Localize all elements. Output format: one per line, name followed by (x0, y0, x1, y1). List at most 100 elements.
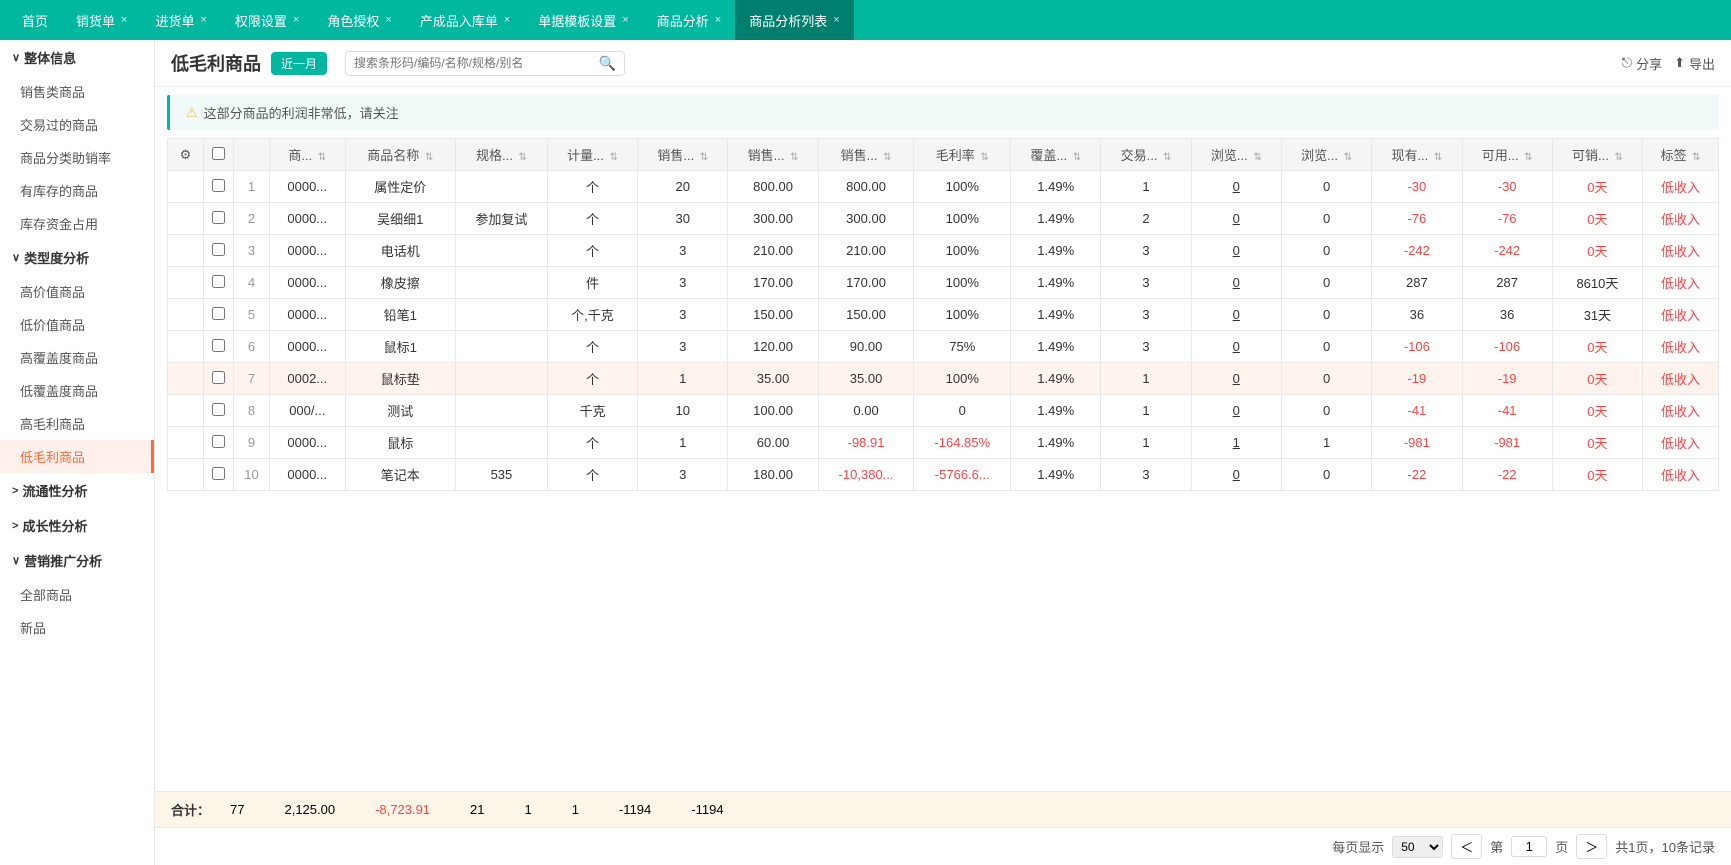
browse1-cell[interactable]: 1 (1191, 427, 1281, 459)
current-stock-col-header: 现有... ⇅ (1372, 139, 1462, 171)
checkbox-cell[interactable] (204, 299, 234, 331)
nav-item-销货单[interactable]: 销货单× (62, 0, 141, 40)
nav-item-首页[interactable]: 首页 (8, 0, 62, 40)
row-checkbox[interactable] (212, 435, 225, 448)
nav-close-icon[interactable]: × (121, 14, 127, 26)
row-checkbox[interactable] (212, 179, 225, 192)
sidebar-group-整体信息[interactable]: ∨整体信息 (0, 40, 154, 75)
code-cell: 0000... (270, 171, 346, 203)
saleable-cell: 0天 (1552, 459, 1642, 491)
cover-rate-cell: 1.49% (1011, 427, 1101, 459)
sidebar-item-低价值商品[interactable]: 低价值商品 (0, 308, 154, 341)
sidebar-item-全部商品[interactable]: 全部商品 (0, 578, 154, 611)
footer-sales-price: 2,125.00 (284, 802, 335, 817)
spec-col-header: 规格... ⇅ (456, 139, 548, 171)
sidebar-item-低毛利商品[interactable]: 低毛利商品 (0, 440, 154, 473)
sidebar-item-商品分类助销率[interactable]: 商品分类助销率 (0, 141, 154, 174)
nav-item-角色授权[interactable]: 角色授权× (313, 0, 405, 40)
table-row: 8 000/... 测试 千克 10 100.00 0.00 0 1.49% 1… (168, 395, 1719, 427)
sidebar-group-流通性分析[interactable]: >流通性分析 (0, 473, 154, 508)
nav-item-权限设置[interactable]: 权限设置× (221, 0, 313, 40)
browse1-cell[interactable]: 0 (1191, 331, 1281, 363)
nav-close-icon[interactable]: × (200, 14, 206, 26)
checkbox-cell[interactable] (204, 267, 234, 299)
browse1-cell[interactable]: 0 (1191, 363, 1281, 395)
checkbox-cell[interactable] (204, 235, 234, 267)
nav-item-商品分析列表[interactable]: 商品分析列表× (735, 0, 853, 40)
sales-amount-cell: 300.00 (818, 203, 914, 235)
browse1-cell[interactable]: 0 (1191, 459, 1281, 491)
gross-rate-cell: -164.85% (914, 427, 1011, 459)
browse1-cell[interactable]: 0 (1191, 299, 1281, 331)
nav-item-产成品入库单[interactable]: 产成品入库单× (406, 0, 524, 40)
checkbox-cell[interactable] (204, 363, 234, 395)
checkbox-cell[interactable] (204, 427, 234, 459)
checkbox-cell[interactable] (204, 395, 234, 427)
checkbox-cell[interactable] (204, 203, 234, 235)
row-checkbox[interactable] (212, 211, 225, 224)
browse1-cell[interactable]: 0 (1191, 171, 1281, 203)
available-cell: -41 (1462, 395, 1552, 427)
sidebar-item-新品[interactable]: 新品 (0, 611, 154, 644)
nav-close-icon[interactable]: × (622, 14, 628, 26)
next-page-button[interactable]: ＞ (1576, 834, 1607, 859)
checkbox-cell[interactable] (204, 331, 234, 363)
nav-item-商品分析[interactable]: 商品分析× (643, 0, 735, 40)
row-checkbox[interactable] (212, 275, 225, 288)
row-checkbox[interactable] (212, 243, 225, 256)
page-title: 低毛利商品 (171, 50, 261, 76)
time-filter-button[interactable]: 近一月 (271, 52, 327, 75)
notice-text: 这部分商品的利润非常低，请关注 (204, 103, 399, 122)
search-input[interactable] (354, 56, 599, 70)
search-icon[interactable]: 🔍 (599, 55, 616, 72)
sidebar-group-类型度分析[interactable]: ∨类型度分析 (0, 240, 154, 275)
sales-amount-col-header: 销售... ⇅ (818, 139, 914, 171)
per-page-select[interactable]: 50 100 200 (1392, 836, 1443, 858)
row-checkbox[interactable] (212, 467, 225, 480)
nav-close-icon[interactable]: × (833, 14, 839, 26)
nav-close-icon[interactable]: × (293, 14, 299, 26)
browse2-cell: 0 (1281, 299, 1371, 331)
sidebar-item-有库存的商品[interactable]: 有库存的商品 (0, 174, 154, 207)
sidebar-group-营销推广分析[interactable]: ∨营销推广分析 (0, 543, 154, 578)
nav-item-进货单[interactable]: 进货单× (141, 0, 220, 40)
prev-page-button[interactable]: ＜ (1451, 834, 1482, 859)
tag-cell: 低收入 (1643, 331, 1719, 363)
sidebar-item-高覆盖度商品[interactable]: 高覆盖度商品 (0, 341, 154, 374)
browse1-cell[interactable]: 0 (1191, 235, 1281, 267)
sidebar-item-库存资金占用[interactable]: 库存资金占用 (0, 207, 154, 240)
nav-close-icon[interactable]: × (504, 14, 510, 26)
browse1-cell[interactable]: 0 (1191, 395, 1281, 427)
select-all-checkbox[interactable] (212, 147, 225, 160)
row-checkbox[interactable] (212, 307, 225, 320)
saleable-cell: 0天 (1552, 363, 1642, 395)
browse1-cell[interactable]: 0 (1191, 203, 1281, 235)
sales-price-cell: 800.00 (728, 171, 818, 203)
browse1-col-header: 浏览... ⇅ (1191, 139, 1281, 171)
export-button[interactable]: ⬆ 导出 (1674, 54, 1715, 73)
nav-close-icon[interactable]: × (385, 14, 391, 26)
nav-close-icon[interactable]: × (715, 14, 721, 26)
unit-cell: 个 (547, 427, 637, 459)
checkbox-cell[interactable] (204, 459, 234, 491)
tag-cell: 低收入 (1643, 427, 1719, 459)
saleable-cell: 8610天 (1552, 267, 1642, 299)
sidebar-item-低覆盖度商品[interactable]: 低覆盖度商品 (0, 374, 154, 407)
nav-item-单据模板设置[interactable]: 单据模板设置× (524, 0, 642, 40)
browse2-cell: 0 (1281, 267, 1371, 299)
sidebar-item-高价值商品[interactable]: 高价值商品 (0, 275, 154, 308)
sidebar-group-成长性分析[interactable]: >成长性分析 (0, 508, 154, 543)
row-checkbox[interactable] (212, 403, 225, 416)
share-button[interactable]: ⎋ 分享 (1622, 54, 1662, 73)
sidebar-item-销售类商品[interactable]: 销售类商品 (0, 75, 154, 108)
settings-col-header[interactable]: ⚙ (168, 139, 204, 171)
name-cell: 属性定价 (345, 171, 455, 203)
checkbox-cell[interactable] (204, 171, 234, 203)
sidebar-item-交易过的商品[interactable]: 交易过的商品 (0, 108, 154, 141)
row-checkbox[interactable] (212, 371, 225, 384)
row-checkbox[interactable] (212, 339, 225, 352)
page-number-input[interactable] (1511, 836, 1547, 857)
sidebar-item-高毛利商品[interactable]: 高毛利商品 (0, 407, 154, 440)
browse1-cell[interactable]: 0 (1191, 267, 1281, 299)
spec-cell (456, 171, 548, 203)
